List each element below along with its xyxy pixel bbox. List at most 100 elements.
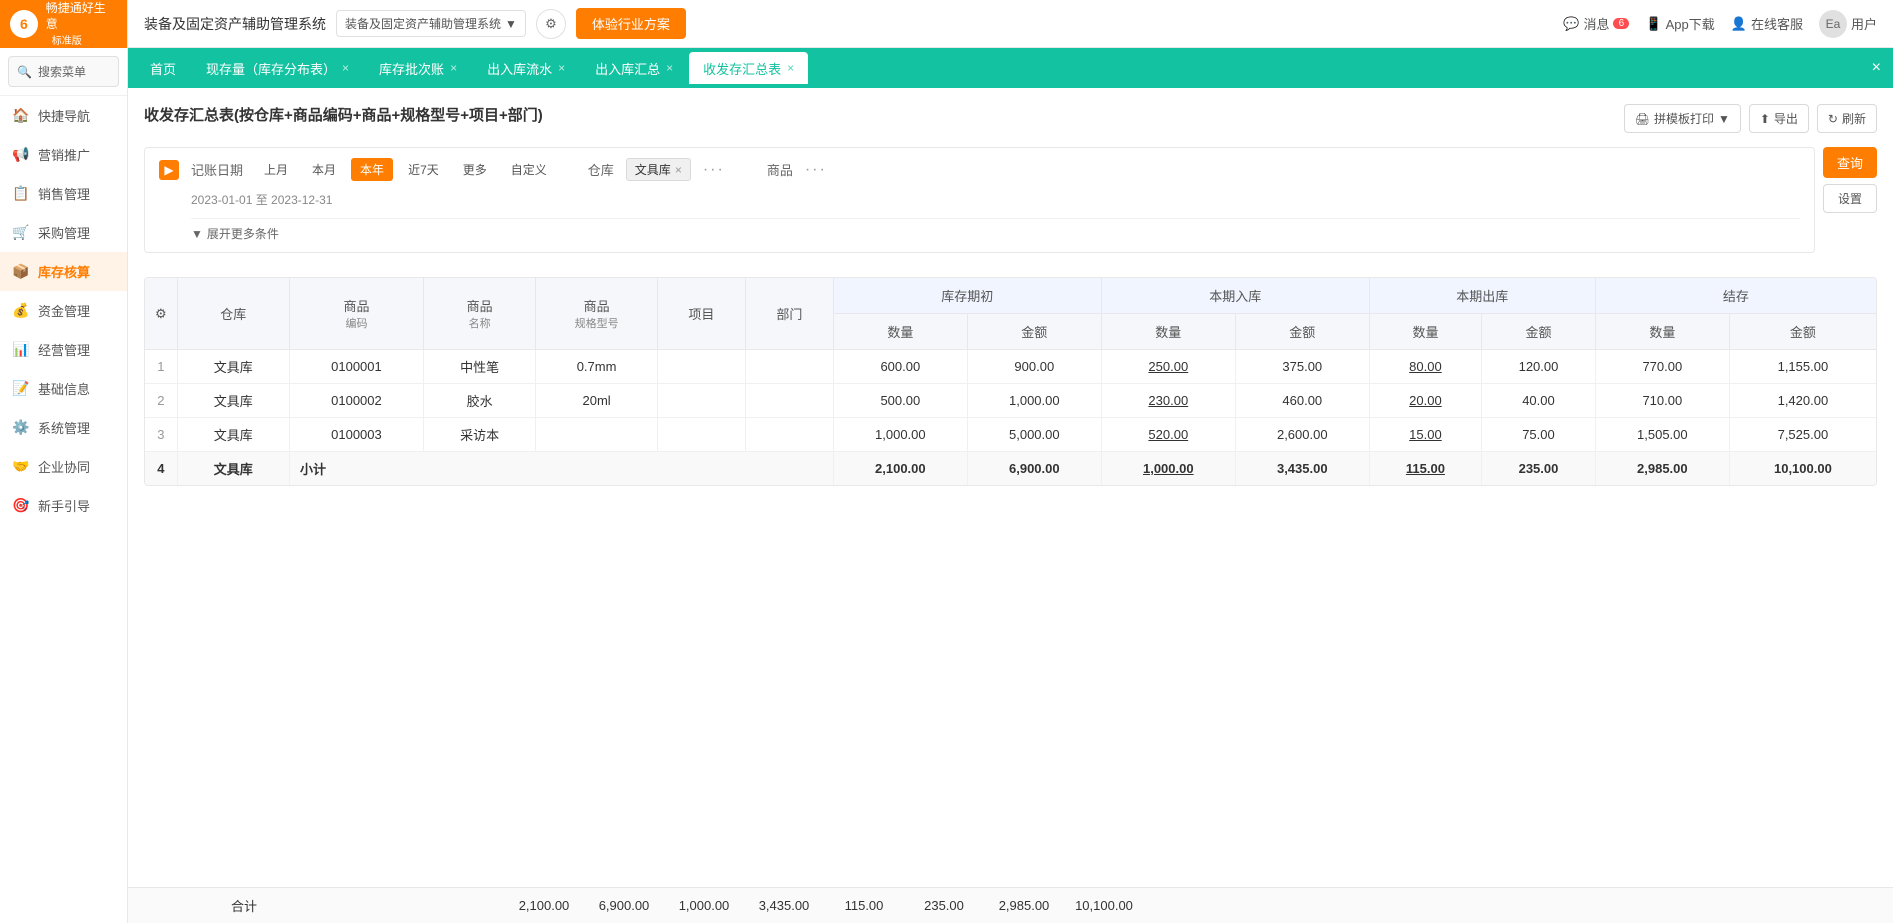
cell-project <box>657 418 745 452</box>
sidebar-item-beginner[interactable]: 🎯 新手引导 <box>0 486 127 525</box>
date-btn-7days[interactable]: 近7天 <box>399 158 448 181</box>
search-menu-button[interactable]: 🔍 搜索菜单 <box>8 56 119 87</box>
cell-end-qty: 770.00 <box>1595 350 1729 384</box>
date-btn-custom[interactable]: 自定义 <box>502 158 556 181</box>
app-download-btn[interactable]: 📱 App下载 <box>1645 14 1714 33</box>
in-qty-link[interactable]: 230.00 <box>1148 393 1188 408</box>
sub-out-amt: 235.00 <box>1482 452 1596 486</box>
settings-gear-button[interactable]: ⚙ <box>536 9 566 39</box>
system-title: 装备及固定资产辅助管理系统 <box>144 14 326 34</box>
message-btn[interactable]: 💬 消息 6 <box>1563 14 1629 33</box>
in-qty-link[interactable]: 250.00 <box>1148 359 1188 374</box>
sidebar-item-operations[interactable]: 📊 经营管理 <box>0 330 127 369</box>
query-btn[interactable]: 查询 <box>1823 147 1877 178</box>
service-icon: 👤 <box>1731 16 1747 32</box>
assets-label: 资金管理 <box>38 301 90 320</box>
expand-btn[interactable]: ▼ 展开更多条件 <box>191 218 1800 242</box>
sidebar-item-assets[interactable]: 💰 资金管理 <box>0 291 127 330</box>
sidebar-item-quick-nav[interactable]: 🏠 快捷导航 <box>0 96 127 135</box>
tab-stock-dist-close[interactable]: × <box>342 61 349 75</box>
sales-icon: 📋 <box>12 185 30 203</box>
cell-project <box>657 350 745 384</box>
th-project: 项目 <box>657 278 745 350</box>
date-btn-last-month[interactable]: 上月 <box>255 158 297 181</box>
sidebar-item-inventory[interactable]: 📦 库存核算 <box>0 252 127 291</box>
tab-recv-send[interactable]: 收发存汇总表 × <box>689 52 808 84</box>
warehouse-tag[interactable]: 文具库 × <box>626 158 691 181</box>
sidebar-search-area: 🔍 搜索菜单 <box>0 48 127 96</box>
product-more-dots[interactable]: ··· <box>805 161 827 179</box>
sales-label: 销售管理 <box>38 184 90 203</box>
cell-out-qty: 20.00 <box>1369 384 1481 418</box>
filter-arrow-btn[interactable]: ▶ <box>159 160 179 180</box>
filter-content: 记账日期 上月 本月 本年 近7天 更多 自定义 仓库 文具库 × <box>191 158 1800 242</box>
date-btn-more[interactable]: 更多 <box>454 158 496 181</box>
th-period-in: 本期入库 <box>1101 278 1369 314</box>
tabbar-close-all-btn[interactable]: × <box>1868 55 1885 81</box>
user-menu[interactable]: Ea 用户 <box>1819 10 1877 38</box>
tab-recv-send-close[interactable]: × <box>787 61 794 75</box>
tab-inout-flow[interactable]: 出入库流水 × <box>473 52 579 84</box>
sidebar-item-marketing[interactable]: 📢 营销推广 <box>0 135 127 174</box>
warehouse-close-icon[interactable]: × <box>675 163 682 177</box>
footer-end-qty: 2,985.00 <box>984 898 1064 913</box>
refresh-btn[interactable]: ↻ 刷新 <box>1817 104 1877 133</box>
tab-inout-flow-close[interactable]: × <box>558 61 565 75</box>
system-selector[interactable]: 装备及固定资产辅助管理系统 ▼ <box>336 10 526 37</box>
sub-end-qty: 2,985.00 <box>1595 452 1729 486</box>
search-icon: 🔍 <box>17 65 32 79</box>
product-label: 商品 <box>767 160 793 179</box>
sub-no: 4 <box>145 452 177 486</box>
cell-out-qty: 80.00 <box>1369 350 1481 384</box>
online-service-btn[interactable]: 👤 在线客服 <box>1731 14 1803 33</box>
cell-name: 采访本 <box>423 418 535 452</box>
logo-icon: 6 <box>10 10 38 38</box>
cell-warehouse: 文具库 <box>177 350 289 384</box>
basic-info-icon: 📝 <box>12 380 30 398</box>
footer-start-amt: 6,900.00 <box>584 898 664 913</box>
out-qty-link[interactable]: 80.00 <box>1409 359 1442 374</box>
sidebar-item-purchase[interactable]: 🛒 采购管理 <box>0 213 127 252</box>
warehouse-label: 仓库 <box>588 160 614 179</box>
cell-spec: 20ml <box>536 384 658 418</box>
cell-code: 0100002 <box>289 384 423 418</box>
expand-label: 展开更多条件 <box>207 225 279 242</box>
message-badge: 6 <box>1613 18 1629 29</box>
sidebar-item-basic-info[interactable]: 📝 基础信息 <box>0 369 127 408</box>
tab-inout-summary-close[interactable]: × <box>666 61 673 75</box>
out-qty-link[interactable]: 20.00 <box>1409 393 1442 408</box>
experience-btn[interactable]: 体验行业方案 <box>576 8 686 39</box>
sidebar-item-system[interactable]: ⚙️ 系统管理 <box>0 408 127 447</box>
th-balance: 结存 <box>1595 278 1876 314</box>
out-qty-link[interactable]: 15.00 <box>1409 427 1442 442</box>
th-in-qty: 数量 <box>1101 314 1235 350</box>
print-btn[interactable]: 🖨 拼模板打印 ▼ <box>1624 104 1741 133</box>
tab-home[interactable]: 首页 <box>136 52 190 84</box>
table-settings-btn[interactable]: 设置 <box>1823 184 1877 213</box>
cell-end-amt: 1,155.00 <box>1729 350 1876 384</box>
cell-name: 胶水 <box>423 384 535 418</box>
filter-row-date: 记账日期 上月 本月 本年 近7天 更多 自定义 仓库 文具库 × <box>191 158 1800 181</box>
footer-in-amt: 3,435.00 <box>744 898 824 913</box>
app-name: 畅捷通好生意 <box>46 1 117 32</box>
th-product-code: 商品编码 <box>289 278 423 350</box>
tab-stock-dist[interactable]: 现存量（库存分布表） × <box>192 52 363 84</box>
date-btn-this-month[interactable]: 本月 <box>303 158 345 181</box>
sidebar-item-enterprise[interactable]: 🤝 企业协同 <box>0 447 127 486</box>
sidebar-item-sales[interactable]: 📋 销售管理 <box>0 174 127 213</box>
cell-no: 3 <box>145 418 177 452</box>
warehouse-more-dots[interactable]: ··· <box>703 161 725 179</box>
search-menu-label: 搜索菜单 <box>38 63 86 80</box>
purchase-icon: 🛒 <box>12 224 30 242</box>
cell-end-qty: 1,505.00 <box>1595 418 1729 452</box>
in-qty-link[interactable]: 520.00 <box>1148 427 1188 442</box>
export-label: 导出 <box>1774 110 1798 127</box>
tab-inout-summary[interactable]: 出入库汇总 × <box>581 52 687 84</box>
date-btn-this-year[interactable]: 本年 <box>351 158 393 181</box>
tab-batch-close[interactable]: × <box>450 61 457 75</box>
export-btn[interactable]: ⬆ 导出 <box>1749 104 1809 133</box>
inventory-label: 库存核算 <box>38 262 90 281</box>
th-out-qty: 数量 <box>1369 314 1481 350</box>
tab-batch[interactable]: 库存批次账 × <box>365 52 471 84</box>
filter-bar: ▶ 记账日期 上月 本月 本年 近7天 更多 自定义 仓库 <box>144 147 1815 253</box>
